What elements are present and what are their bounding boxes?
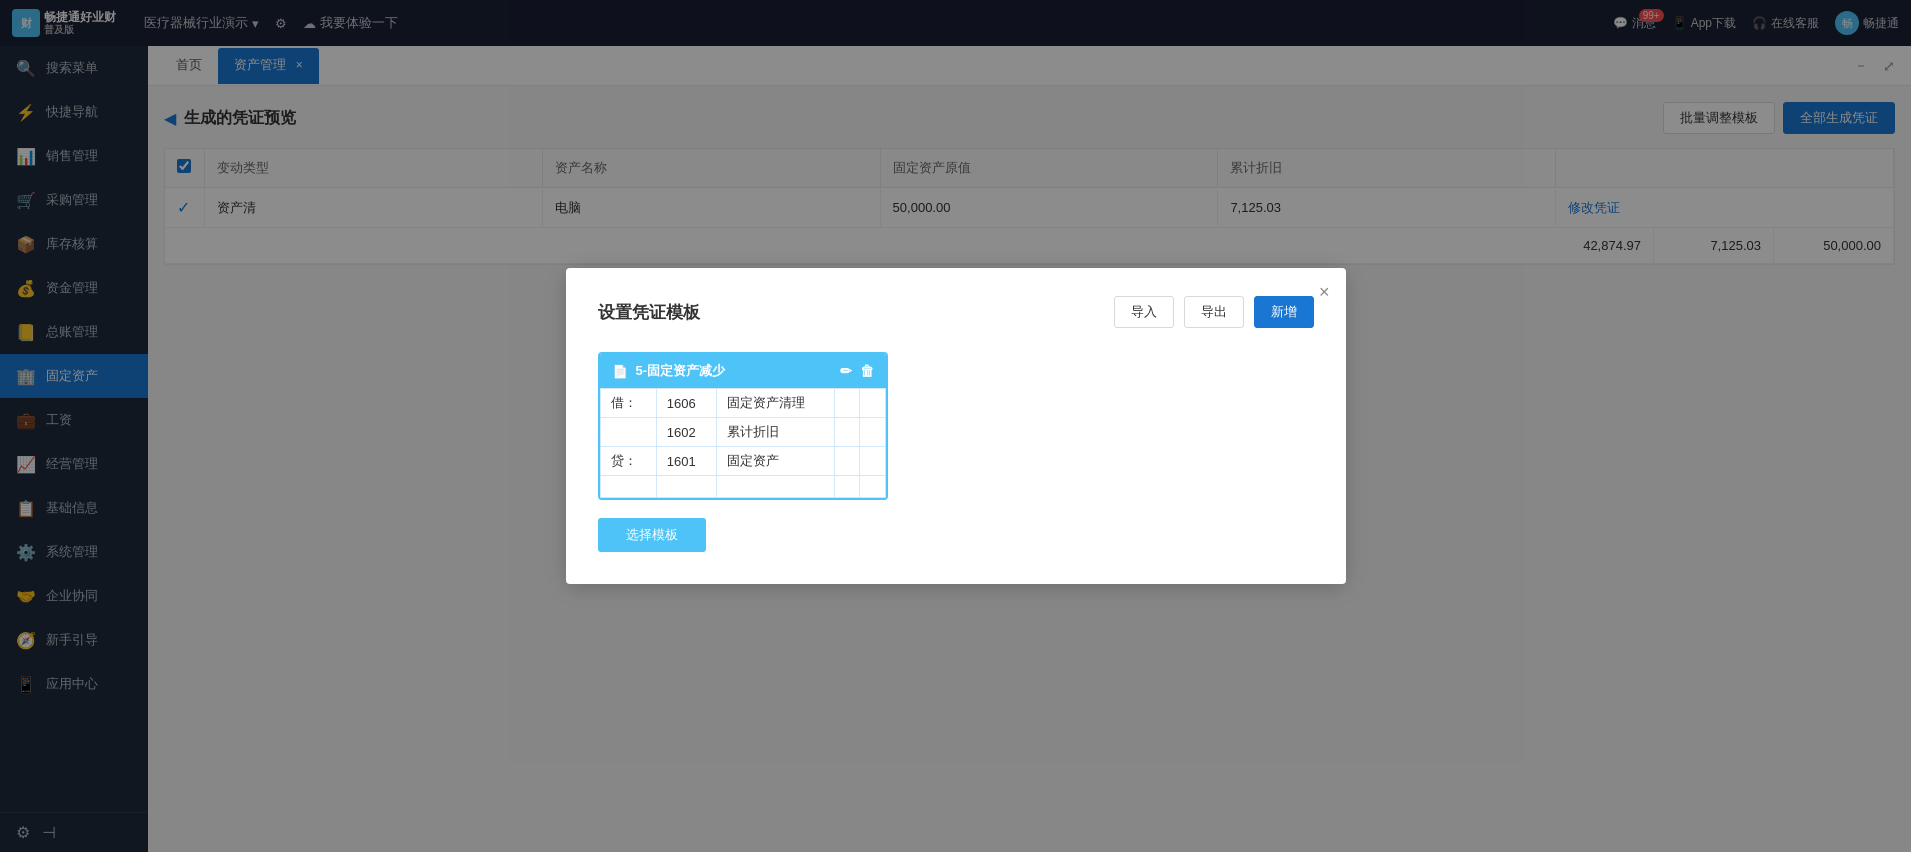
entry-code-2: 1602 (656, 418, 716, 447)
entry-account-2: 累计折旧 (716, 418, 835, 447)
template-entry-1: 借： 1606 固定资产清理 (600, 389, 885, 418)
template-entry-3: 贷： 1601 固定资产 (600, 447, 885, 476)
entry-debit-2 (835, 418, 860, 447)
dialog-title: 设置凭证模板 (598, 301, 700, 324)
entry-credit-3 (860, 447, 885, 476)
dialog-action-buttons: 导入 导出 新增 (1114, 296, 1314, 328)
entry-credit-1 (860, 389, 885, 418)
template-edit-icon[interactable]: ✏ (840, 363, 852, 379)
entry-direction-2 (600, 418, 656, 447)
voucher-template-dialog: 设置凭证模板 导入 导出 新增 × 📄 5-固定资产减少 ✏ 🗑 借： 1606… (566, 268, 1346, 584)
entry-debit-1 (835, 389, 860, 418)
import-button[interactable]: 导入 (1114, 296, 1174, 328)
dialog-header: 设置凭证模板 导入 导出 新增 (598, 296, 1314, 328)
entry-direction-1: 借： (600, 389, 656, 418)
entry-credit-2 (860, 418, 885, 447)
entry-account-1: 固定资产清理 (716, 389, 835, 418)
template-delete-icon[interactable]: 🗑 (860, 363, 874, 379)
entry-debit-3 (835, 447, 860, 476)
entry-account-3: 固定资产 (716, 447, 835, 476)
entry-direction-3: 贷： (600, 447, 656, 476)
template-entry-2: 1602 累计折旧 (600, 418, 885, 447)
select-template-button[interactable]: 选择模板 (598, 518, 706, 552)
template-entries-table: 借： 1606 固定资产清理 1602 累计折旧 贷： 1601 固定资产 (600, 388, 886, 498)
entry-code-3: 1601 (656, 447, 716, 476)
template-card: 📄 5-固定资产减少 ✏ 🗑 借： 1606 固定资产清理 1602 (598, 352, 888, 500)
template-card-header: 📄 5-固定资产减少 ✏ 🗑 (600, 354, 886, 388)
entry-code-1: 1606 (656, 389, 716, 418)
template-doc-icon: 📄 (612, 364, 628, 379)
export-button[interactable]: 导出 (1184, 296, 1244, 328)
new-template-button[interactable]: 新增 (1254, 296, 1314, 328)
template-empty-row (600, 476, 885, 498)
dialog-close-icon[interactable]: × (1319, 282, 1330, 303)
template-name: 5-固定资产减少 (636, 362, 726, 380)
template-header-icons: ✏ 🗑 (840, 363, 874, 379)
